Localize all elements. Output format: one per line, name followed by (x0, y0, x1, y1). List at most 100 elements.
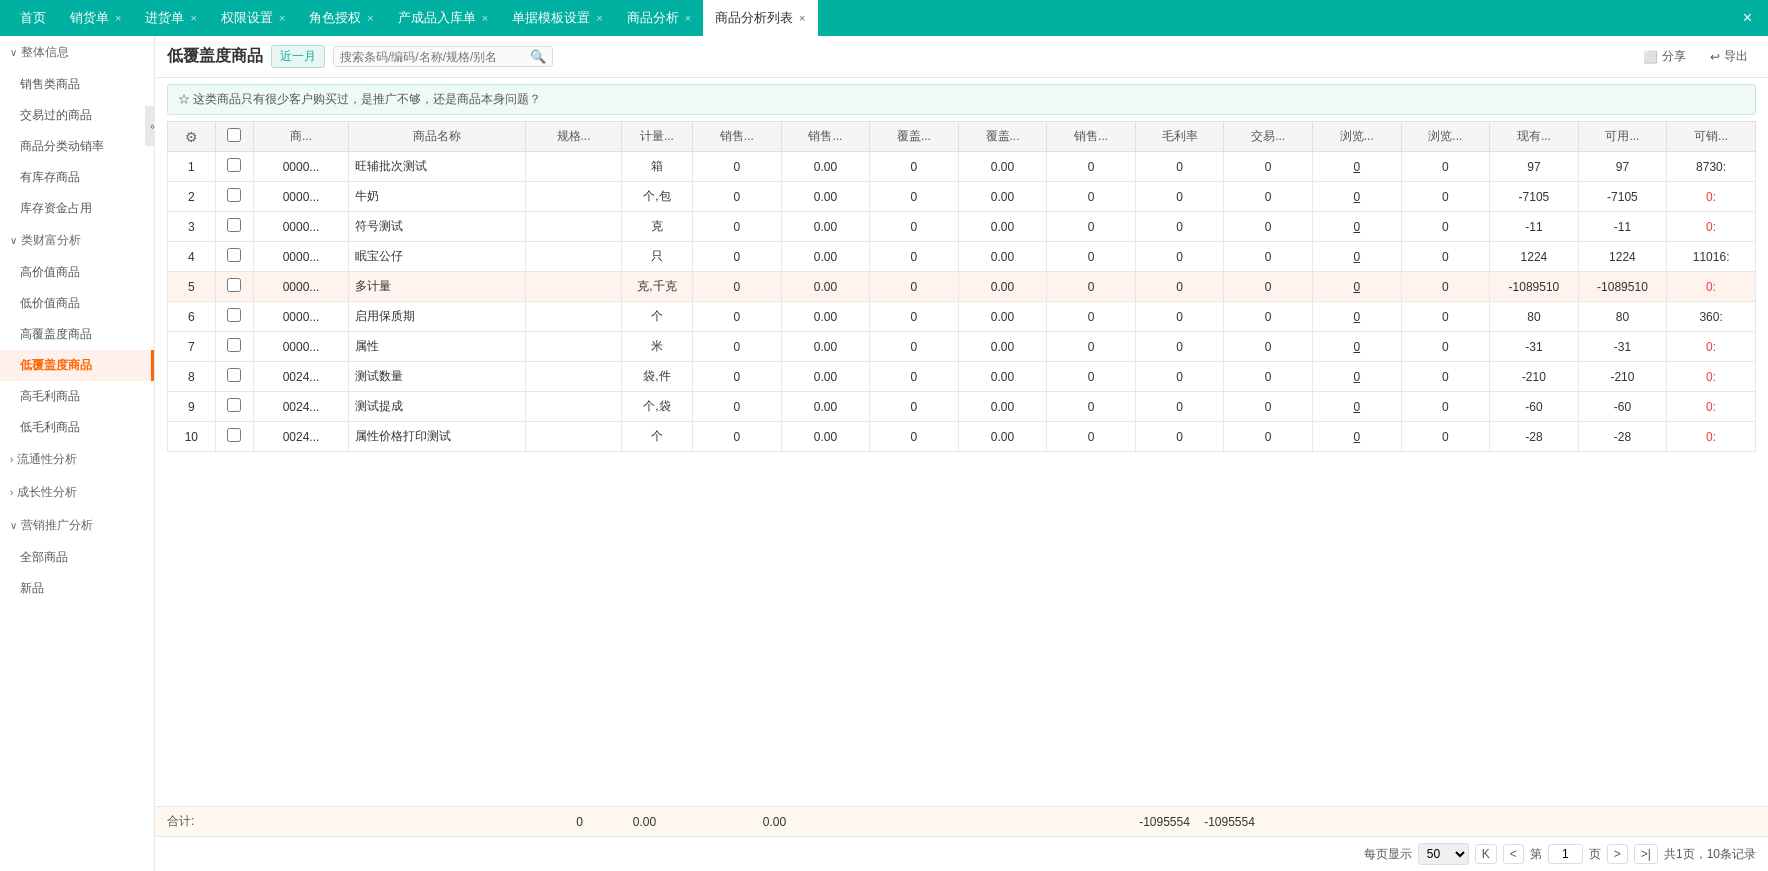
row-select-checkbox[interactable] (227, 188, 241, 202)
sidebar-section-circulation[interactable]: › 流通性分析 (0, 443, 154, 476)
search-box[interactable]: 🔍 (333, 46, 553, 67)
tab-product-analysis[interactable]: 商品分析 × (615, 0, 703, 36)
row-sales2: 0.00 (781, 182, 870, 212)
row-browse1[interactable]: 0 (1312, 272, 1401, 302)
sidebar-item-high-profit[interactable]: 高毛利商品 (0, 381, 154, 412)
sidebar-item-high-coverage[interactable]: 高覆盖度商品 (0, 319, 154, 350)
table-row: 20000...牛奶个,包00.0000.0000000-7105-71050: (168, 182, 1756, 212)
row-select-checkbox[interactable] (227, 218, 241, 232)
row-select-checkbox[interactable] (227, 368, 241, 382)
first-page-button[interactable]: K (1475, 844, 1497, 864)
row-browse1[interactable]: 0 (1312, 242, 1401, 272)
tab-purchase-order[interactable]: 进货单 × (133, 0, 208, 36)
row-cover1: 0 (870, 242, 959, 272)
row-select-checkbox[interactable] (227, 248, 241, 262)
row-select-checkbox[interactable] (227, 278, 241, 292)
row-select-checkbox[interactable] (227, 338, 241, 352)
th-checkbox[interactable] (215, 122, 253, 152)
row-browse1[interactable]: 0 (1312, 302, 1401, 332)
row-checkbox[interactable] (215, 362, 253, 392)
settings-icon[interactable]: ⚙ (185, 129, 198, 145)
th-settings[interactable]: ⚙ (168, 122, 216, 152)
sidebar-item-sales-goods[interactable]: 销售类商品 (0, 69, 154, 100)
row-browse1[interactable]: 0 (1312, 392, 1401, 422)
close-icon[interactable]: × (685, 12, 691, 24)
prev-page-button[interactable]: < (1503, 844, 1524, 864)
tab-template-settings[interactable]: 单据模板设置 × (500, 0, 614, 36)
sidebar-item-new-goods[interactable]: 新品 (0, 573, 154, 604)
close-icon[interactable]: × (799, 12, 805, 24)
window-close-button[interactable]: × (1735, 9, 1760, 27)
th-sales3: 销售... (1047, 122, 1136, 152)
tab-sales-order[interactable]: 销货单 × (58, 0, 133, 36)
row-code: 0000... (253, 332, 348, 362)
row-checkbox[interactable] (215, 422, 253, 452)
row-unit: 个 (621, 302, 692, 332)
sidebar-item-low-coverage[interactable]: 低覆盖度商品 (0, 350, 154, 381)
tab-product-inbound[interactable]: 产成品入库单 × (386, 0, 500, 36)
close-icon[interactable]: × (190, 12, 196, 24)
select-all-checkbox[interactable] (227, 128, 241, 142)
sidebar-item-stocked-goods[interactable]: 有库存商品 (0, 162, 154, 193)
sidebar-item-low-profit[interactable]: 低毛利商品 (0, 412, 154, 443)
row-browse1[interactable]: 0 (1312, 332, 1401, 362)
row-select-checkbox[interactable] (227, 398, 241, 412)
row-checkbox[interactable] (215, 212, 253, 242)
sidebar-item-inventory-capital[interactable]: 库存资金占用 (0, 193, 154, 224)
row-name: 属性 (349, 332, 526, 362)
page-size-select[interactable]: 50 10 20 100 (1418, 843, 1469, 865)
sidebar-item-category-rate[interactable]: 商品分类动销率 (0, 131, 154, 162)
row-browse1[interactable]: 0 (1312, 212, 1401, 242)
tab-role-auth[interactable]: 角色授权 × (297, 0, 385, 36)
row-profit: 0 (1135, 212, 1224, 242)
sidebar-item-low-value[interactable]: 低价值商品 (0, 288, 154, 319)
row-checkbox[interactable] (215, 182, 253, 212)
row-checkbox[interactable] (215, 392, 253, 422)
page-of-label: 页 (1589, 846, 1601, 863)
close-icon[interactable]: × (482, 12, 488, 24)
row-select-checkbox[interactable] (227, 158, 241, 172)
sidebar-item-traded-goods[interactable]: 交易过的商品 (0, 100, 154, 131)
row-browse1[interactable]: 0 (1312, 182, 1401, 212)
row-checkbox[interactable] (215, 272, 253, 302)
tab-product-analysis-list[interactable]: 商品分析列表 × (703, 0, 817, 36)
tab-permission-settings[interactable]: 权限设置 × (209, 0, 297, 36)
sidebar-item-all-goods[interactable]: 全部商品 (0, 542, 154, 573)
sidebar-section-growth[interactable]: › 成长性分析 (0, 476, 154, 509)
sidebar-section-wealth[interactable]: ∨ 类财富分析 (0, 224, 154, 257)
row-browse1[interactable]: 0 (1312, 422, 1401, 452)
row-browse1[interactable]: 0 (1312, 152, 1401, 182)
row-sales1: 0 (693, 362, 782, 392)
close-icon[interactable]: × (115, 12, 121, 24)
row-profit: 0 (1135, 182, 1224, 212)
row-checkbox[interactable] (215, 152, 253, 182)
last-page-button[interactable]: >| (1634, 844, 1658, 864)
table-row: 80024...测试数量袋,件00.0000.0000000-210-2100: (168, 362, 1756, 392)
row-checkbox[interactable] (215, 242, 253, 272)
row-sales2: 0.00 (781, 242, 870, 272)
tab-home[interactable]: 首页 (8, 0, 58, 36)
row-cover2: 0.00 (958, 422, 1047, 452)
close-icon[interactable]: × (367, 12, 373, 24)
table-container[interactable]: ⚙ 商... 商品名称 规格... 计量... 销售... 销售... 覆盖..… (155, 121, 1768, 806)
row-select-checkbox[interactable] (227, 428, 241, 442)
search-icon[interactable]: 🔍 (530, 49, 546, 64)
close-icon[interactable]: × (279, 12, 285, 24)
row-browse1[interactable]: 0 (1312, 362, 1401, 392)
page-input[interactable] (1548, 844, 1583, 864)
share-button[interactable]: ⬜ 分享 (1635, 44, 1694, 69)
row-checkbox[interactable] (215, 332, 253, 362)
row-checkbox[interactable] (215, 302, 253, 332)
sidebar-collapse-button[interactable]: « (145, 106, 155, 146)
export-button[interactable]: ↩ 导出 (1702, 44, 1756, 69)
next-page-button[interactable]: > (1607, 844, 1628, 864)
th-name: 商品名称 (349, 122, 526, 152)
search-input[interactable] (340, 50, 530, 64)
date-filter-button[interactable]: 近一月 (271, 45, 325, 68)
sidebar-item-high-value[interactable]: 高价值商品 (0, 257, 154, 288)
row-available: 80 (1578, 302, 1667, 332)
sidebar-section-marketing[interactable]: ∨ 营销推广分析 (0, 509, 154, 542)
sidebar-section-overall[interactable]: ∨ 整体信息 (0, 36, 154, 69)
close-icon[interactable]: × (596, 12, 602, 24)
row-select-checkbox[interactable] (227, 308, 241, 322)
